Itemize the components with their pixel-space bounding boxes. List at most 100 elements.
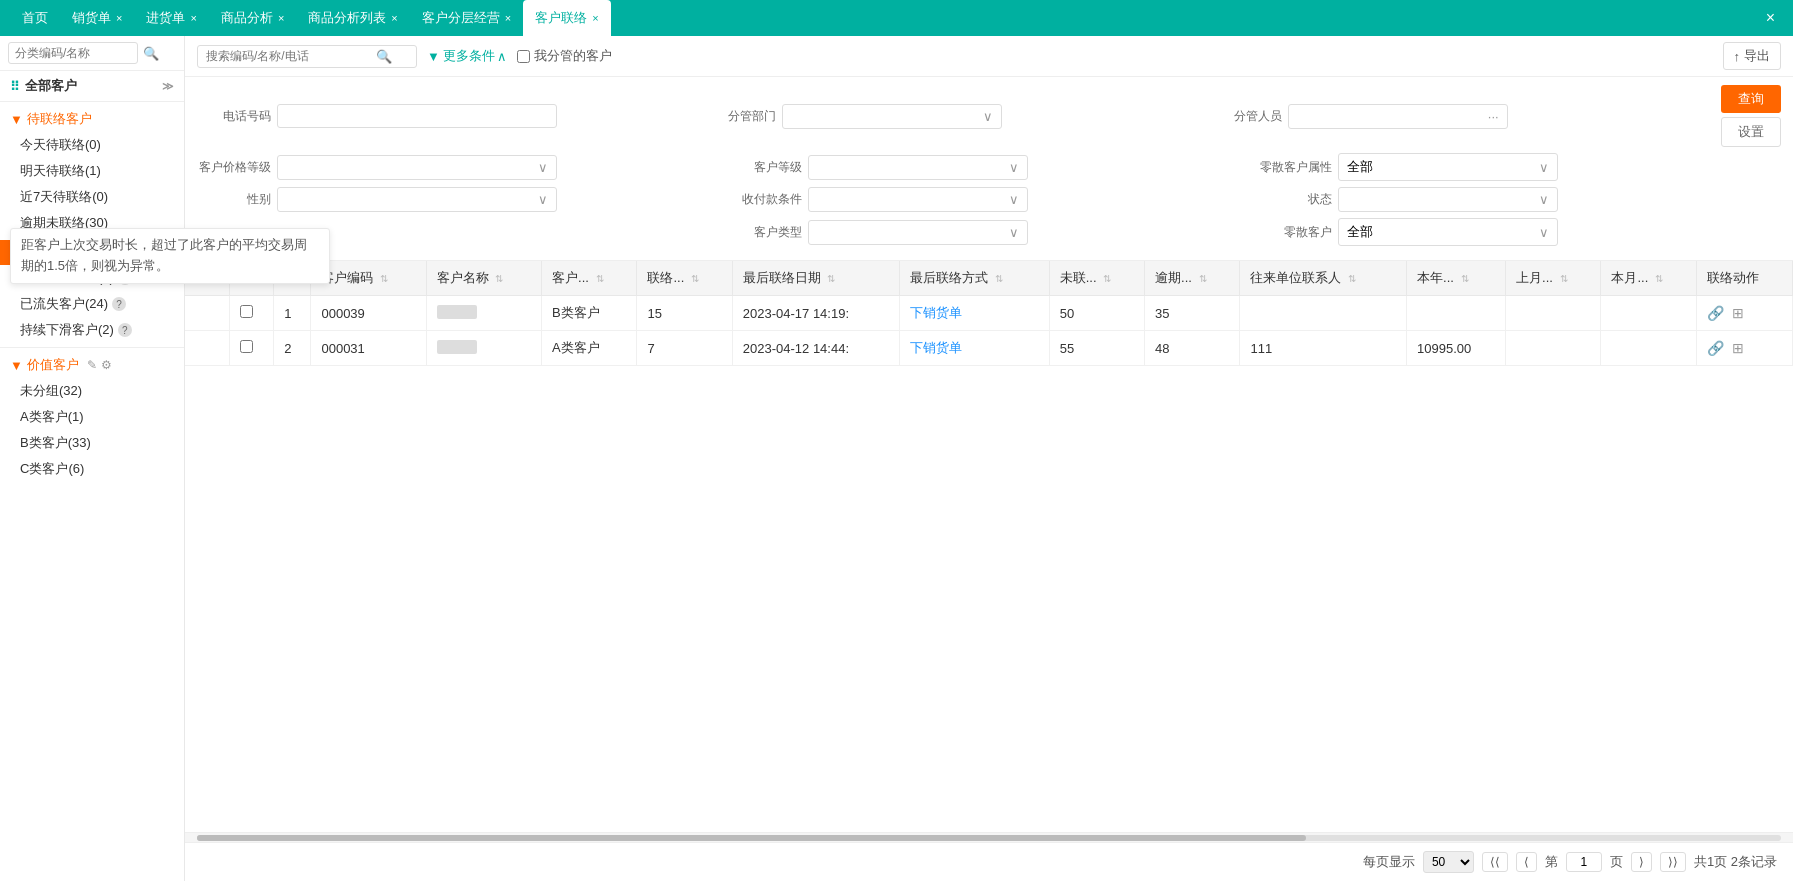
my-customer-checkbox[interactable]: [517, 50, 530, 63]
close-product-analysis-icon[interactable]: ×: [278, 12, 284, 24]
more-filter-button[interactable]: ▼ 更多条件 ∧: [427, 47, 507, 65]
close-customer-contact-icon[interactable]: ×: [592, 12, 598, 24]
horizontal-scrollbar[interactable]: [185, 832, 1793, 842]
payment-select[interactable]: ∨: [808, 187, 1028, 212]
page-input[interactable]: [1566, 852, 1602, 872]
price-grade-select[interactable]: ∨: [277, 155, 557, 180]
nav-product-analysis-list[interactable]: 商品分析列表 ×: [296, 0, 409, 36]
nav-purchase[interactable]: 进货单 ×: [134, 0, 208, 36]
nav-customer-contact[interactable]: 客户联络 ×: [523, 0, 610, 36]
gender-select[interactable]: ∨: [277, 187, 557, 212]
customer-grade-arrow-icon: ∨: [1009, 160, 1019, 175]
close-sales-icon[interactable]: ×: [116, 12, 122, 24]
value-customer-settings-icon[interactable]: ⚙: [101, 358, 112, 372]
row1-link-icon[interactable]: 🔗: [1707, 305, 1724, 321]
prev-page-button[interactable]: ⟨: [1516, 852, 1537, 872]
row1-index: 1: [274, 296, 311, 331]
settings-button[interactable]: 设置: [1721, 117, 1781, 147]
row2-link-icon[interactable]: 🔗: [1707, 340, 1724, 356]
row1-settings: [185, 296, 229, 331]
row1-grid-icon[interactable]: ⊞: [1732, 305, 1744, 321]
filter-retail-customer: 零散客户 全部 ∨: [1258, 218, 1781, 246]
filter-customer-grade: 客户等级 ∨: [728, 155, 1251, 180]
col-overdue[interactable]: 逾期... ⇅: [1145, 261, 1240, 296]
nav-home[interactable]: 首页: [10, 0, 60, 36]
col-last-month[interactable]: 上月... ⇅: [1506, 261, 1601, 296]
row2-overdue: 48: [1145, 331, 1240, 366]
window-close-button[interactable]: ×: [1758, 9, 1783, 27]
close-product-analysis-list-icon[interactable]: ×: [391, 12, 397, 24]
declining-help-icon[interactable]: ?: [118, 323, 132, 337]
sort-type-icon: ⇅: [596, 273, 604, 284]
retail-customer-select[interactable]: 全部 ∨: [1338, 218, 1558, 246]
query-button[interactable]: 查询: [1721, 85, 1781, 113]
sidebar-search-input[interactable]: [8, 42, 138, 64]
retail-attr-select[interactable]: 全部 ∨: [1338, 153, 1558, 181]
sidebar-item-unclassified[interactable]: 未分组(32): [0, 378, 184, 404]
nav-product-analysis[interactable]: 商品分析 ×: [209, 0, 296, 36]
close-customer-tier-icon[interactable]: ×: [505, 12, 511, 24]
phone-input[interactable]: [277, 104, 557, 128]
data-table-container: ⚙ 客户编码 ⇅ 客户名称 ⇅: [185, 261, 1793, 832]
row2-grid-icon[interactable]: ⊞: [1732, 340, 1744, 356]
col-last-contact-method[interactable]: 最后联络方式 ⇅: [900, 261, 1050, 296]
col-contact-count[interactable]: 联络... ⇅: [637, 261, 732, 296]
row2-last-date: 2023-04-12 14:44:: [732, 331, 899, 366]
last-page-button[interactable]: ⟩⟩: [1660, 852, 1686, 872]
filter-bar: 🔍 ▼ 更多条件 ∧ 我分管的客户 ↑ 导出: [185, 36, 1793, 77]
col-customer-type[interactable]: 客户... ⇅: [542, 261, 637, 296]
data-table: ⚙ 客户编码 ⇅ 客户名称 ⇅: [185, 261, 1793, 366]
col-this-year[interactable]: 本年... ⇅: [1407, 261, 1506, 296]
row1-this-year: [1407, 296, 1506, 331]
churned-help-icon[interactable]: ?: [112, 297, 126, 311]
sort-code-icon: ⇅: [380, 273, 388, 284]
row1-select-checkbox[interactable]: [240, 305, 253, 318]
table-row: 1 000039 B类客户 15: [185, 296, 1793, 331]
close-purchase-icon[interactable]: ×: [190, 12, 196, 24]
sidebar-item-class-b[interactable]: B类客户(33): [0, 430, 184, 456]
sidebar-collapse-btn[interactable]: ≫: [162, 80, 174, 93]
scroll-thumb[interactable]: [197, 835, 1306, 841]
row2-select-checkbox[interactable]: [240, 340, 253, 353]
export-icon: ↑: [1734, 49, 1741, 64]
status-select[interactable]: ∨: [1338, 187, 1558, 212]
sidebar-item-class-c[interactable]: C类客户(6): [0, 456, 184, 482]
customer-type-select[interactable]: ∨: [808, 220, 1028, 245]
sidebar-search-icon[interactable]: 🔍: [143, 46, 159, 61]
dept-select[interactable]: ∨: [782, 104, 1002, 129]
nav-sales[interactable]: 销货单 ×: [60, 0, 134, 36]
col-no-contact[interactable]: 未联... ⇅: [1049, 261, 1144, 296]
col-customer-name[interactable]: 客户名称 ⇅: [426, 261, 541, 296]
nav-customer-tier[interactable]: 客户分层经营 ×: [410, 0, 523, 36]
sidebar-item-declining[interactable]: 持续下滑客户(2) ?: [0, 317, 184, 343]
sidebar-item-today[interactable]: 今天待联络(0): [0, 132, 184, 158]
sidebar-item-class-a[interactable]: A类客户(1): [0, 404, 184, 430]
per-page-select[interactable]: 50 10 20 100: [1423, 851, 1474, 873]
first-page-button[interactable]: ⟨⟨: [1482, 852, 1508, 872]
filter-retail-attr: 零散客户属性 全部 ∨: [1258, 153, 1781, 181]
row1-last-month: [1506, 296, 1601, 331]
sidebar-item-tomorrow[interactable]: 明天待联络(1): [0, 158, 184, 184]
row2-method-link[interactable]: 下销货单: [910, 340, 962, 355]
col-unit-contact[interactable]: 往来单位联系人 ⇅: [1240, 261, 1407, 296]
col-action: 联络动作: [1696, 261, 1792, 296]
pending-contact-group[interactable]: ▼ 待联络客户: [0, 106, 184, 132]
row1-code: 000039: [311, 296, 426, 331]
col-this-month[interactable]: 本月... ⇅: [1601, 261, 1696, 296]
export-button[interactable]: ↑ 导出: [1723, 42, 1782, 70]
row2-unit-contact: 111: [1240, 331, 1407, 366]
value-customer-group[interactable]: ▼ 价值客户 ✎ ⚙: [0, 352, 184, 378]
col-last-contact-date[interactable]: 最后联络日期 ⇅: [732, 261, 899, 296]
filter-status: 状态 ∨: [1258, 187, 1781, 212]
customer-grade-select[interactable]: ∨: [808, 155, 1028, 180]
search-input[interactable]: [206, 49, 376, 63]
row1-method-link[interactable]: 下销货单: [910, 305, 962, 320]
sidebar-item-churned[interactable]: 已流失客户(24) ?: [0, 291, 184, 317]
sort-contact-icon: ⇅: [691, 273, 699, 284]
value-customer-edit-icon[interactable]: ✎: [87, 358, 97, 372]
person-select[interactable]: ···: [1288, 104, 1508, 129]
search-icon[interactable]: 🔍: [376, 49, 392, 64]
filter-row-1: 电话号码 分管部门 ∨ 分管人员 ···: [197, 85, 1781, 147]
sidebar-item-7days[interactable]: 近7天待联络(0): [0, 184, 184, 210]
next-page-button[interactable]: ⟩: [1631, 852, 1652, 872]
